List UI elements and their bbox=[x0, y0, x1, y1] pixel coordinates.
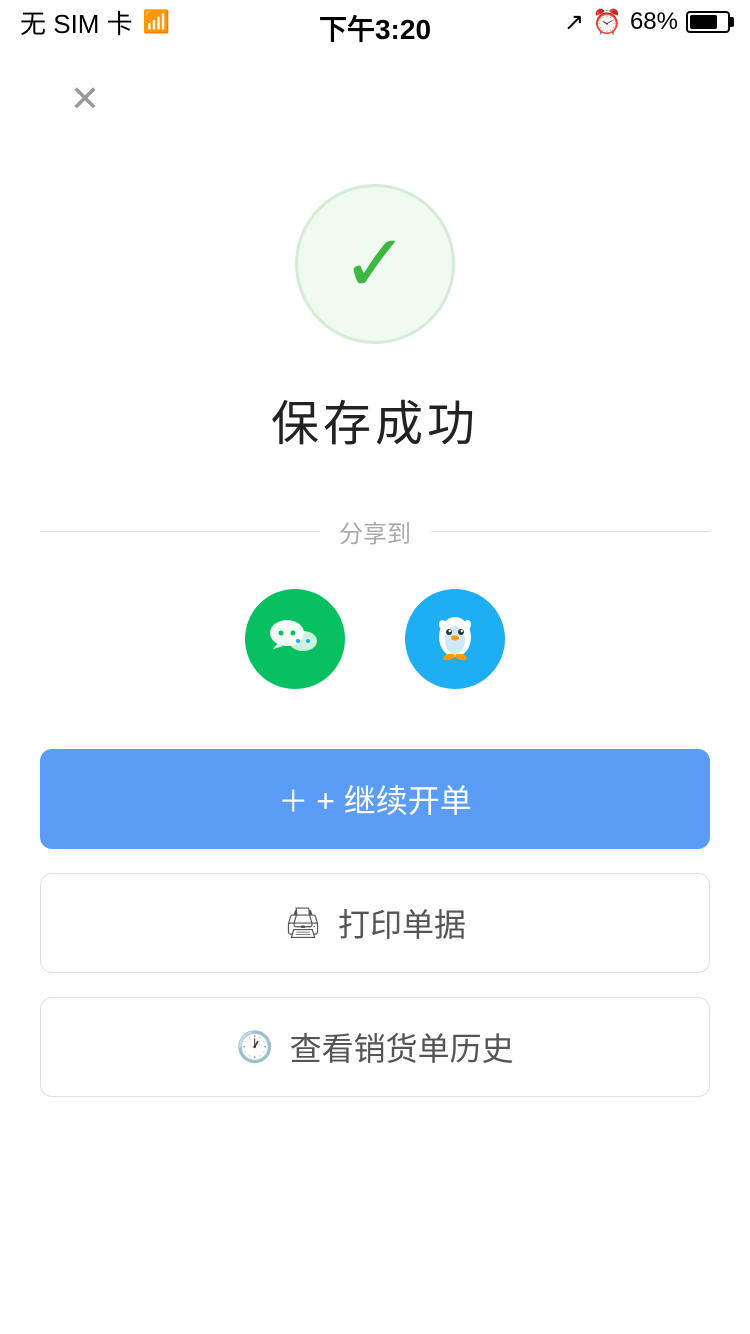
history-icon: 🕐 bbox=[236, 1030, 273, 1065]
alarm-icon: ⏰ bbox=[592, 8, 622, 37]
main-content: ✕ ✓ 保存成功 分享到 bbox=[0, 44, 750, 1334]
status-left: 无 SIM 卡 📶 bbox=[20, 4, 170, 41]
share-label: 分享到 bbox=[339, 514, 411, 549]
status-time: 下午3:20 bbox=[319, 8, 431, 48]
close-button[interactable]: ✕ bbox=[60, 74, 110, 124]
wechat-share-button[interactable] bbox=[245, 589, 345, 689]
wechat-icon bbox=[265, 607, 325, 672]
continue-button[interactable]: ＋ + 继续开单 bbox=[40, 749, 710, 849]
share-divider: 分享到 bbox=[40, 514, 710, 549]
success-icon-circle: ✓ bbox=[295, 184, 455, 344]
qq-icon bbox=[425, 607, 485, 672]
continue-label: + 继续开单 bbox=[316, 776, 472, 822]
status-bar: 无 SIM 卡 📶 下午3:20 ↗ ⏰ 68% bbox=[0, 0, 750, 44]
wifi-icon: 📶 bbox=[143, 9, 170, 35]
share-line-right bbox=[431, 531, 710, 532]
share-line-left bbox=[40, 531, 319, 532]
qq-share-button[interactable] bbox=[405, 589, 505, 689]
battery-percent: 68% bbox=[630, 8, 678, 36]
carrier-text: 无 SIM 卡 bbox=[20, 4, 133, 41]
close-icon: ✕ bbox=[70, 78, 100, 120]
checkmark-icon: ✓ bbox=[341, 224, 408, 304]
print-label: 打印单据 bbox=[338, 900, 466, 946]
share-icons-container bbox=[245, 589, 505, 689]
location-icon: ↗ bbox=[564, 8, 584, 37]
plus-icon: ＋ bbox=[278, 777, 308, 821]
print-button[interactable]: 🖨 打印单据 bbox=[40, 873, 710, 973]
success-title: 保存成功 bbox=[271, 384, 479, 454]
battery-icon bbox=[686, 11, 730, 33]
history-label: 查看销货单历史 bbox=[290, 1024, 514, 1070]
status-right: ↗ ⏰ 68% bbox=[564, 8, 730, 37]
history-button[interactable]: 🕐 查看销货单历史 bbox=[40, 997, 710, 1097]
print-icon: 🖨 bbox=[284, 906, 322, 941]
action-buttons: ＋ + 继续开单 🖨 打印单据 🕐 查看销货单历史 bbox=[40, 749, 710, 1097]
